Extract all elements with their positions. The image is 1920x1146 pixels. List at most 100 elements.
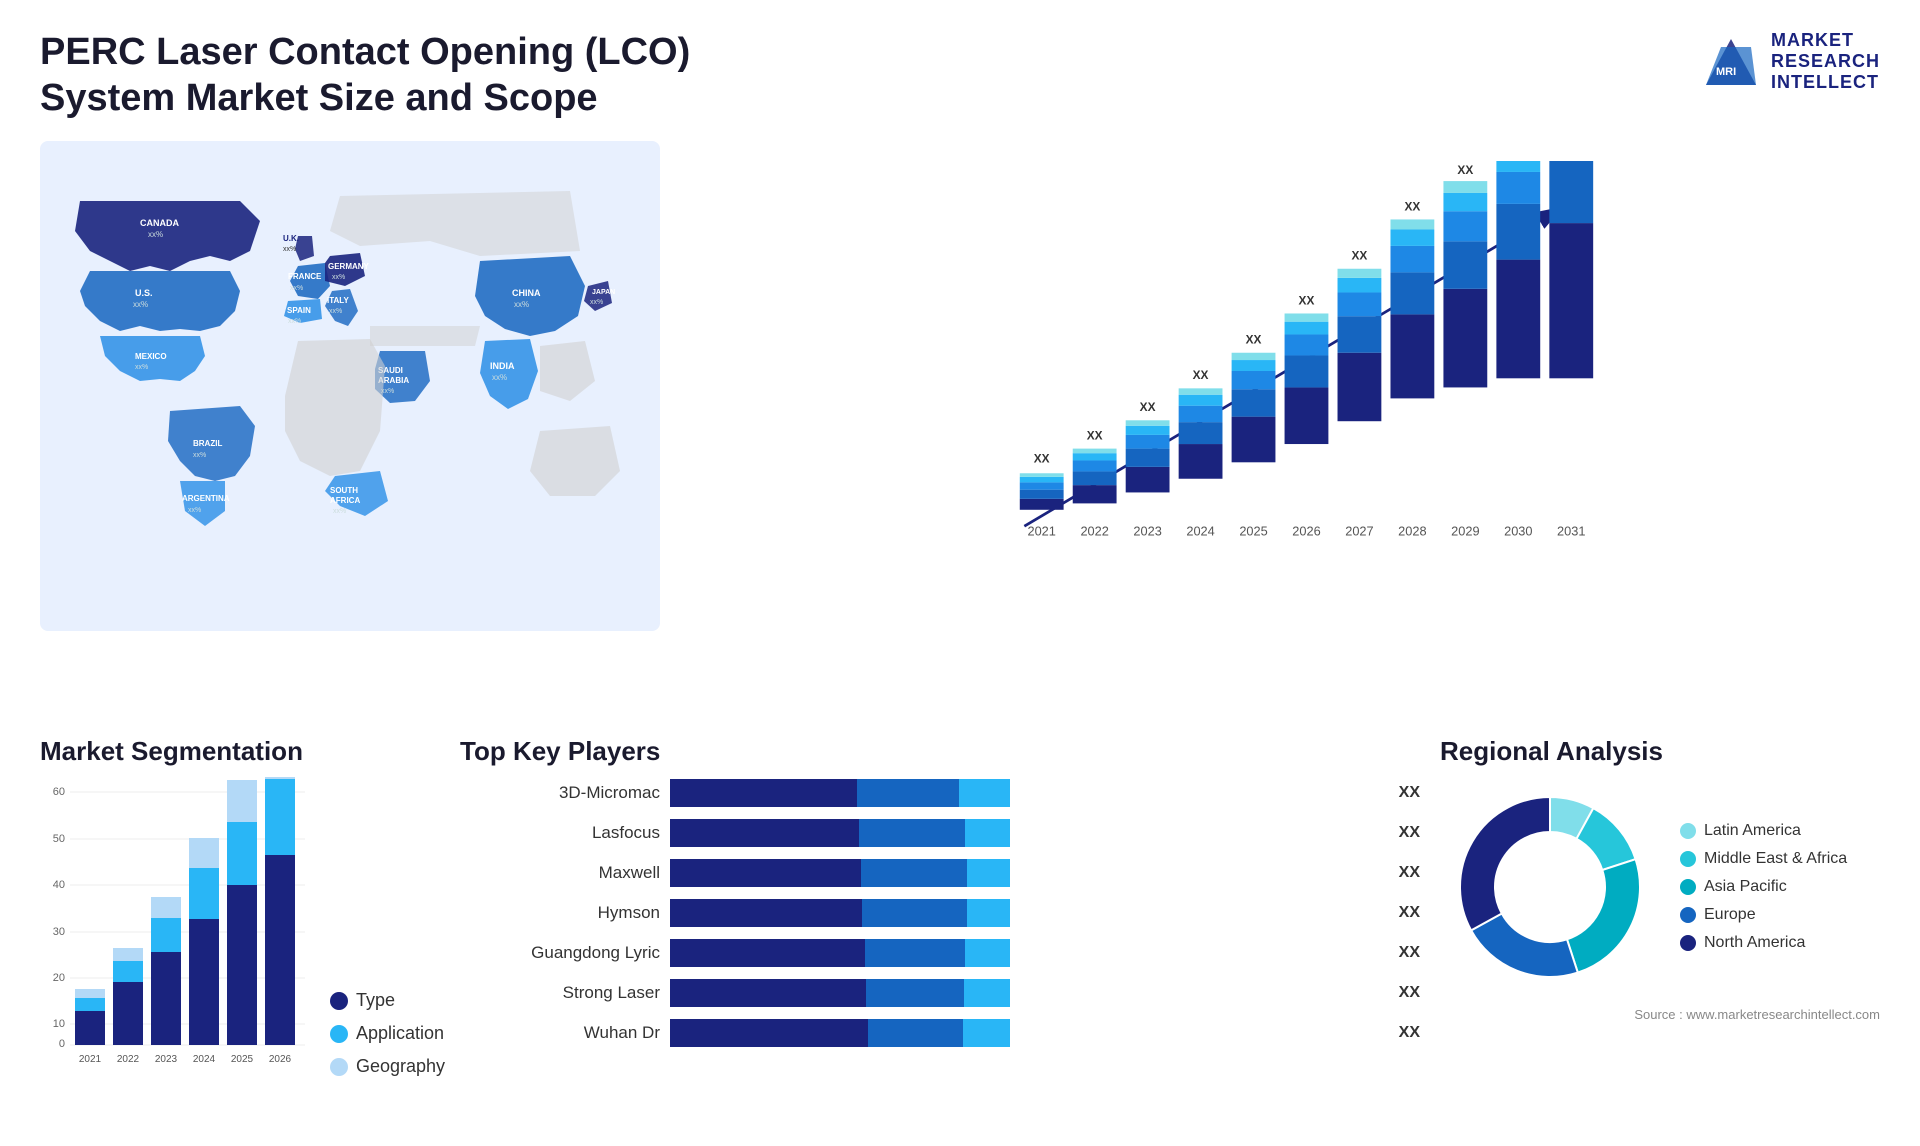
legend-type: Type (330, 990, 445, 1011)
svg-text:XX: XX (1140, 400, 1156, 414)
players-content: 3D-MicromacXXLasfocusXXMaxwellXXHymsonXX… (460, 777, 1420, 1049)
svg-text:2024: 2024 (1186, 524, 1214, 539)
svg-text:2026: 2026 (269, 1054, 292, 1065)
player-bar-svg (670, 859, 1010, 887)
svg-text:CANADA: CANADA (140, 218, 179, 228)
svg-text:2023: 2023 (155, 1054, 178, 1065)
map-section: CANADA xx% U.S. xx% MEXICO xx% BRAZIL xx… (40, 141, 660, 721)
player-row: HymsonXX (460, 897, 1420, 929)
logo-area: MRI MARKET RESEARCH INTELLECT (1701, 30, 1880, 93)
svg-text:ARGENTINA: ARGENTINA (182, 494, 230, 503)
svg-text:xx%: xx% (329, 308, 342, 315)
regional-title: Regional Analysis (1440, 736, 1880, 767)
main-content: CANADA xx% U.S. xx% MEXICO xx% BRAZIL xx… (40, 141, 1880, 721)
svg-text:BRAZIL: BRAZIL (193, 439, 222, 448)
svg-text:AFRICA: AFRICA (330, 496, 360, 505)
legend-dot-type (330, 992, 348, 1010)
map-container: CANADA xx% U.S. xx% MEXICO xx% BRAZIL xx… (40, 141, 660, 631)
player-bar-svg (670, 899, 1010, 927)
svg-text:xx%: xx% (492, 373, 507, 382)
svg-text:JAPAN: JAPAN (592, 289, 615, 296)
logo-line1: MARKET (1771, 30, 1880, 51)
player-row: Wuhan DrXX (460, 1017, 1420, 1049)
logo-line2: RESEARCH (1771, 51, 1880, 72)
segmentation-title: Market Segmentation (40, 736, 440, 767)
world-map: CANADA xx% U.S. xx% MEXICO xx% BRAZIL xx… (40, 141, 660, 631)
legend-dot-application (330, 1025, 348, 1043)
player-value: XX (1399, 824, 1420, 842)
svg-text:xx%: xx% (188, 507, 201, 514)
svg-text:2031: 2031 (1557, 524, 1585, 539)
regional-legend-item: Latin America (1680, 822, 1847, 840)
svg-text:XX: XX (1299, 294, 1315, 308)
regional-legend-item: North America (1680, 934, 1847, 952)
legend-label-type: Type (356, 990, 395, 1011)
svg-text:xx%: xx% (333, 508, 346, 515)
svg-text:20: 20 (53, 972, 65, 984)
svg-text:2021: 2021 (79, 1054, 102, 1065)
svg-text:XX: XX (1087, 429, 1103, 443)
player-name: 3D-Micromac (460, 783, 660, 803)
source-text: Source : www.marketresearchintellect.com (1440, 1007, 1880, 1022)
regional-legend-dot (1680, 851, 1696, 867)
svg-text:xx%: xx% (288, 318, 301, 325)
player-name: Strong Laser (460, 983, 660, 1003)
seg-chart-svg: 60 50 40 30 20 10 0 (40, 777, 310, 1067)
donut-svg (1440, 777, 1660, 997)
svg-text:60: 60 (53, 786, 65, 798)
svg-text:50: 50 (53, 833, 65, 845)
segmentation-section: Market Segmentation 60 50 40 30 20 10 0 (40, 736, 440, 1116)
bar-chart-area: XX XX (680, 141, 1880, 631)
svg-text:30: 30 (53, 926, 65, 938)
regional-legend-label: Latin America (1704, 822, 1801, 840)
svg-text:MRI: MRI (1716, 66, 1736, 78)
player-row: MaxwellXX (460, 857, 1420, 889)
players-title: Top Key Players (460, 736, 1420, 767)
svg-text:SOUTH: SOUTH (330, 486, 358, 495)
svg-text:40: 40 (53, 879, 65, 891)
player-row: Guangdong Lyric XX (460, 937, 1420, 969)
donut-segment (1567, 859, 1640, 972)
player-bar-container (670, 1017, 1389, 1049)
legend-application: Application (330, 1023, 445, 1044)
regional-legend-dot (1680, 907, 1696, 923)
svg-text:XX: XX (1404, 199, 1420, 213)
player-value: XX (1399, 984, 1420, 1002)
player-value: XX (1399, 1024, 1420, 1042)
player-bar-svg (670, 819, 1010, 847)
player-bar-container (670, 897, 1389, 929)
svg-text:2024: 2024 (193, 1054, 216, 1065)
regional-legend-label: North America (1704, 934, 1805, 952)
growth-bar-chart: XX XX (700, 161, 1860, 581)
svg-text:2027: 2027 (1345, 524, 1373, 539)
player-value: XX (1399, 864, 1420, 882)
svg-text:xx%: xx% (514, 300, 529, 309)
svg-text:2025: 2025 (1239, 524, 1267, 539)
bottom-row: Market Segmentation 60 50 40 30 20 10 0 (40, 736, 1880, 1116)
svg-text:0: 0 (59, 1038, 65, 1050)
player-bar-svg (670, 939, 1010, 967)
page-title: PERC Laser Contact Opening (LCO) System … (40, 30, 740, 121)
players-section: Top Key Players 3D-MicromacXXLasfocusXXM… (460, 736, 1420, 1116)
svg-text:SPAIN: SPAIN (287, 306, 311, 315)
svg-text:XX: XX (1246, 333, 1262, 347)
logo-box: MRI MARKET RESEARCH INTELLECT (1701, 30, 1880, 93)
player-name: Guangdong Lyric (460, 943, 660, 963)
regional-legend-item: Europe (1680, 906, 1847, 924)
logo-text: MARKET RESEARCH INTELLECT (1771, 30, 1880, 93)
seg-legend: Type Application Geography (330, 990, 445, 1097)
svg-text:XX: XX (1352, 249, 1368, 263)
player-bar-svg (670, 779, 1010, 807)
svg-text:XX: XX (1457, 163, 1473, 177)
svg-text:2026: 2026 (1292, 524, 1320, 539)
player-value: XX (1399, 944, 1420, 962)
legend-dot-geography (330, 1058, 348, 1076)
svg-text:xx%: xx% (290, 285, 303, 292)
player-row: Strong Laser XX (460, 977, 1420, 1009)
svg-text:2029: 2029 (1451, 524, 1479, 539)
player-row: LasfocusXX (460, 817, 1420, 849)
svg-text:2021: 2021 (1027, 524, 1055, 539)
svg-text:2030: 2030 (1504, 524, 1532, 539)
regional-legend: Latin AmericaMiddle East & AfricaAsia Pa… (1680, 822, 1847, 952)
svg-text:2023: 2023 (1133, 524, 1161, 539)
